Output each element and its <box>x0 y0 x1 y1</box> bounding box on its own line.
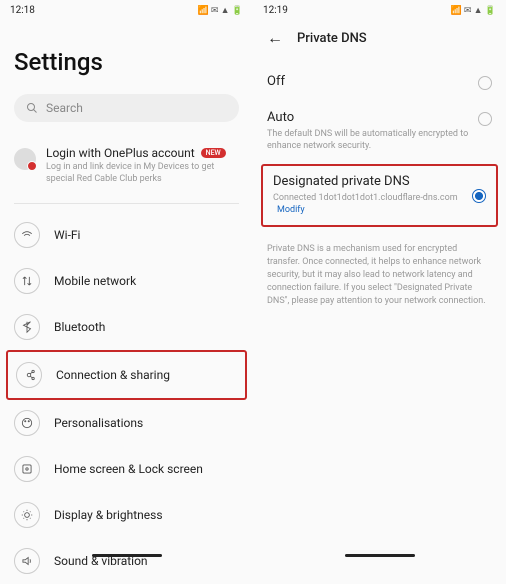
wifi-icon <box>14 222 40 248</box>
login-row[interactable]: Login with OnePlus account NEW Log in an… <box>0 140 253 199</box>
header-title: Private DNS <box>297 31 367 46</box>
settings-item-personalisations[interactable]: Personalisations <box>0 400 253 446</box>
search-placeholder: Search <box>46 101 83 115</box>
item-label: Wi-Fi <box>54 228 80 242</box>
option-title: Designated private DNS <box>273 174 464 189</box>
status-bar: 12:18 📶 ✉ ▲ 🔋 <box>0 0 253 18</box>
option-designated[interactable]: Designated private DNS Connected 1dot1do… <box>261 164 498 226</box>
login-title: Login with OnePlus account <box>46 146 195 160</box>
settings-item-wifi[interactable]: Wi-Fi <box>0 212 253 258</box>
settings-item-mobile-network[interactable]: Mobile network <box>0 258 253 304</box>
item-label: Mobile network <box>54 274 136 288</box>
header: ← Private DNS <box>253 18 506 64</box>
search-icon <box>26 102 38 114</box>
arrows-icon <box>14 268 40 294</box>
status-time: 12:19 <box>263 5 288 16</box>
nav-handle[interactable] <box>92 554 162 557</box>
option-off[interactable]: Off <box>253 64 506 100</box>
avatar-icon <box>14 148 36 170</box>
status-icons: 📶 ✉ ▲ 🔋 <box>450 5 496 16</box>
item-label: Connection & sharing <box>56 368 170 382</box>
status-bar: 12:19 📶 ✉ ▲ 🔋 <box>253 0 506 18</box>
option-auto[interactable]: Auto The default DNS will be automatical… <box>253 100 506 162</box>
option-title: Auto <box>267 110 470 125</box>
settings-item-bluetooth[interactable]: Bluetooth <box>0 304 253 350</box>
settings-screen: 12:18 📶 ✉ ▲ 🔋 Settings Search Login with… <box>0 0 253 560</box>
option-subtitle: The default DNS will be automatically en… <box>267 128 470 152</box>
page-title: Settings <box>0 18 253 94</box>
brightness-icon <box>14 502 40 528</box>
login-subtitle: Log in and link device in My Devices to … <box>46 162 239 185</box>
settings-item-home-lock[interactable]: Home screen & Lock screen <box>0 446 253 492</box>
option-subtitle: Connected 1dot1dot1dot1.cloudflare-dns.c… <box>273 193 458 203</box>
grid-icon <box>14 456 40 482</box>
description-text: Private DNS is a mechanism used for encr… <box>253 237 506 314</box>
item-label: Bluetooth <box>54 320 105 334</box>
back-icon[interactable]: ← <box>267 28 283 48</box>
modify-link[interactable]: Modify <box>277 205 305 215</box>
item-label: Home screen & Lock screen <box>54 462 203 476</box>
settings-item-sound[interactable]: Sound & vibration <box>0 538 253 584</box>
status-time: 12:18 <box>10 5 35 16</box>
palette-icon <box>14 410 40 436</box>
item-label: Personalisations <box>54 416 143 430</box>
nav-handle[interactable] <box>345 554 415 557</box>
bluetooth-icon <box>14 314 40 340</box>
radio-icon[interactable] <box>478 76 492 90</box>
settings-item-display[interactable]: Display & brightness <box>0 492 253 538</box>
item-label: Display & brightness <box>54 508 163 522</box>
sound-icon <box>14 548 40 574</box>
private-dns-screen: 12:19 📶 ✉ ▲ 🔋 ← Private DNS Off Auto The… <box>253 0 506 560</box>
new-badge: NEW <box>201 148 226 158</box>
radio-icon[interactable] <box>478 112 492 126</box>
option-title: Off <box>267 74 470 89</box>
status-icons: 📶 ✉ ▲ 🔋 <box>197 5 243 16</box>
radio-icon[interactable] <box>472 189 486 203</box>
share-icon <box>16 362 42 388</box>
divider <box>14 203 239 204</box>
search-input[interactable]: Search <box>14 94 239 122</box>
settings-item-connection-sharing[interactable]: Connection & sharing <box>6 350 247 400</box>
